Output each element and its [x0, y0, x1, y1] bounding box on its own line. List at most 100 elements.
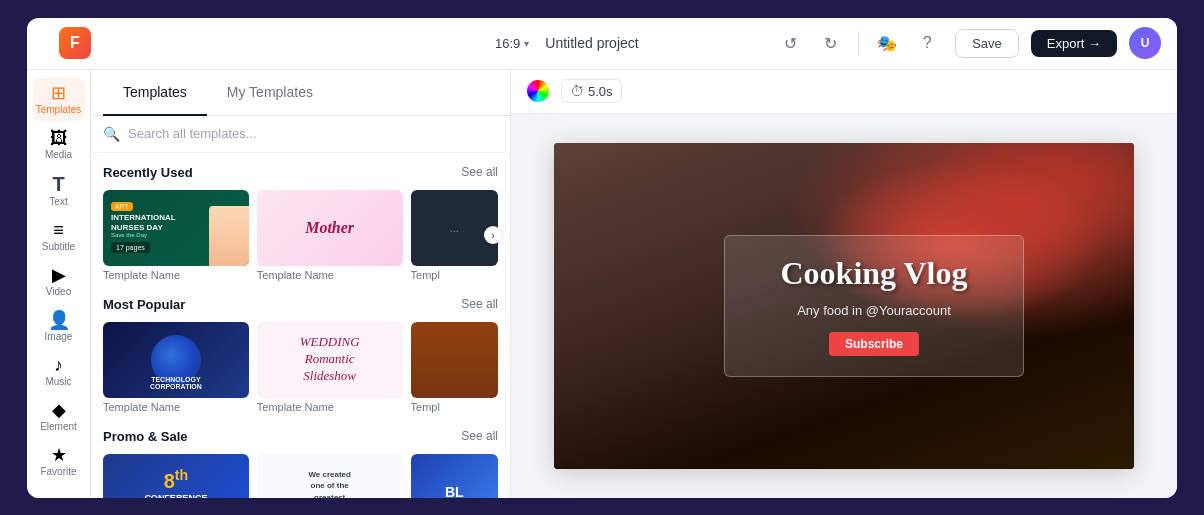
- sidebar-label-text: Text: [49, 196, 67, 207]
- star-icon: ★: [51, 446, 67, 464]
- sidebar-item-media[interactable]: 🖼 Media: [33, 123, 85, 166]
- sidebar-item-element[interactable]: ◆ Element: [33, 395, 85, 438]
- template-name-mother: Template Name: [257, 269, 403, 281]
- template-pages: 17 pages: [111, 242, 150, 253]
- sidebar-item-music[interactable]: ♪ Music: [33, 350, 85, 393]
- template-card-tech[interactable]: TECHNOLOGYCORPORATION: [103, 322, 249, 398]
- sidebar-label-video: Video: [46, 286, 71, 297]
- canvas-scroll[interactable]: Cooking Vlog Any food in @Youraccount Su…: [511, 114, 1177, 498]
- template-name-romantic: Template Name: [257, 401, 403, 413]
- template-card-conference[interactable]: 8th CONFERENCEONLINE: [103, 454, 249, 498]
- sidebar-item-templates[interactable]: ⊞ Templates: [33, 78, 85, 121]
- template-name-nurses: Template Name: [103, 269, 249, 281]
- brown-thumb: [411, 322, 498, 398]
- tab-templates[interactable]: Templates: [103, 70, 207, 116]
- most-popular-see-all[interactable]: See all: [461, 297, 498, 311]
- most-popular-header: Most Popular See all: [103, 297, 498, 312]
- undo-button[interactable]: ↺: [774, 27, 806, 59]
- template-card-nurses-day[interactable]: APT InternationalNurses Day Save the Day…: [103, 190, 249, 266]
- template-thumb-title: InternationalNurses Day: [111, 213, 176, 232]
- recently-used-row: APT InternationalNurses Day Save the Day…: [103, 190, 498, 281]
- project-title[interactable]: Untitled project: [545, 35, 766, 51]
- template-name-dark: Templ: [411, 269, 498, 281]
- chevron-down-icon: ▾: [524, 38, 529, 49]
- promo-sale-title: Promo & Sale: [103, 429, 188, 444]
- export-button[interactable]: Export →: [1031, 30, 1117, 57]
- avatar[interactable]: U: [1129, 27, 1161, 59]
- sidebar-label-element: Element: [40, 421, 77, 432]
- save-button[interactable]: Save: [955, 29, 1019, 58]
- cooking-title: Cooking Vlog: [745, 255, 1003, 290]
- template-thumb-subtitle: Save the Day: [111, 232, 147, 238]
- sidebar-label-templates: Templates: [36, 104, 82, 115]
- left-panel: Templates My Templates 🔍 Recently Used S…: [91, 70, 511, 498]
- template-panel-scroll: Recently Used See all APT InternationalN…: [91, 153, 510, 498]
- dark-thumb: ...: [411, 190, 498, 266]
- duration-selector[interactable]: ⏱ 5.0s: [561, 79, 622, 103]
- recently-used-section: Recently Used See all APT InternationalN…: [103, 165, 498, 281]
- list-item: BL BL: [411, 454, 498, 498]
- search-icon: 🔍: [103, 126, 120, 142]
- color-wheel-button[interactable]: [527, 80, 549, 102]
- search-input[interactable]: [128, 126, 498, 141]
- template-card-brown[interactable]: [411, 322, 498, 398]
- app-logo[interactable]: F: [59, 27, 91, 59]
- tab-my-templates[interactable]: My Templates: [207, 70, 333, 116]
- blue-thumb: BL: [411, 454, 498, 498]
- promo-sale-see-all[interactable]: See all: [461, 429, 498, 443]
- template-name-brown: Templ: [411, 401, 498, 413]
- canvas-area: ⏱ 5.0s Cooking Vlog Any food in @Youracc…: [511, 70, 1177, 498]
- recently-used-header: Recently Used See all: [103, 165, 498, 180]
- most-popular-title: Most Popular: [103, 297, 185, 312]
- recently-used-see-all[interactable]: See all: [461, 165, 498, 179]
- sidebar-item-favorite[interactable]: ★ Favorite: [33, 440, 85, 483]
- list-item: Templ: [411, 322, 498, 413]
- divider: [858, 31, 859, 55]
- sidebar-item-image[interactable]: 👤 Image: [33, 305, 85, 348]
- list-item: We createdone of thegreatestapps. Templa…: [257, 454, 403, 498]
- redo-button[interactable]: ↻: [814, 27, 846, 59]
- media-icon: 🖼: [50, 129, 68, 147]
- list-item: 8th CONFERENCEONLINE CONFERENCE: [103, 454, 249, 498]
- templates-icon: ⊞: [51, 84, 66, 102]
- subscribe-button[interactable]: Subscribe: [829, 332, 919, 356]
- list-item: TECHNOLOGYCORPORATION Template Name: [103, 322, 249, 413]
- template-card-romantic[interactable]: WEDDINGRomanticSlideshow: [257, 322, 403, 398]
- template-name-tech: Template Name: [103, 401, 249, 413]
- dark-thumb-text: ...: [450, 222, 459, 234]
- template-card-dark[interactable]: ...: [411, 190, 498, 266]
- help-button[interactable]: ?: [911, 27, 943, 59]
- duration-value: 5.0s: [588, 84, 613, 99]
- subtitle-icon: ≡: [53, 221, 64, 239]
- sidebar-item-subtitle[interactable]: ≡ Subtitle: [33, 215, 85, 258]
- sidebar-item-video[interactable]: ▶ Video: [33, 260, 85, 303]
- list-item: WEDDINGRomanticSlideshow Template Name: [257, 322, 403, 413]
- image-icon: 👤: [48, 311, 70, 329]
- sidebar-label-image: Image: [45, 331, 73, 342]
- tech-corp-text: TECHNOLOGYCORPORATION: [150, 376, 202, 390]
- promo-sale-row: 8th CONFERENCEONLINE CONFERENCE: [103, 454, 498, 498]
- music-icon: ♪: [54, 356, 63, 374]
- text-icon: T: [52, 174, 64, 194]
- search-bar: 🔍: [91, 116, 510, 153]
- promo-sale-header: Promo & Sale See all: [103, 429, 498, 444]
- template-card-blue[interactable]: BL: [411, 454, 498, 498]
- sidebar-item-text[interactable]: T Text: [33, 168, 85, 213]
- conference-number: 8th: [144, 467, 207, 493]
- aspect-ratio-value: 16:9: [495, 36, 520, 51]
- template-card-apps[interactable]: We createdone of thegreatestapps.: [257, 454, 403, 498]
- canvas-frame: Cooking Vlog Any food in @Youraccount Su…: [554, 143, 1134, 469]
- sidebar-label-subtitle: Subtitle: [42, 241, 75, 252]
- canvas-toolbar: ⏱ 5.0s: [511, 70, 1177, 114]
- template-thumb-mother-text: Mother: [305, 219, 354, 237]
- element-icon: ◆: [52, 401, 66, 419]
- template-card-mother[interactable]: Mother: [257, 190, 403, 266]
- tab-bar: Templates My Templates: [91, 70, 510, 116]
- recently-used-title: Recently Used: [103, 165, 193, 180]
- app-window: F 16:9 ▾ Untitled project ↺ ↻ 🎭 ? Save E…: [27, 18, 1177, 498]
- aspect-ratio-selector[interactable]: 16:9 ▾: [487, 32, 537, 55]
- promo-sale-section: Promo & Sale See all 8th CONFERENCEONLIN…: [103, 429, 498, 498]
- list-item: Mother Template Name: [257, 190, 403, 281]
- next-arrow-button[interactable]: ›: [484, 226, 502, 244]
- face-detect-button[interactable]: 🎭: [871, 27, 903, 59]
